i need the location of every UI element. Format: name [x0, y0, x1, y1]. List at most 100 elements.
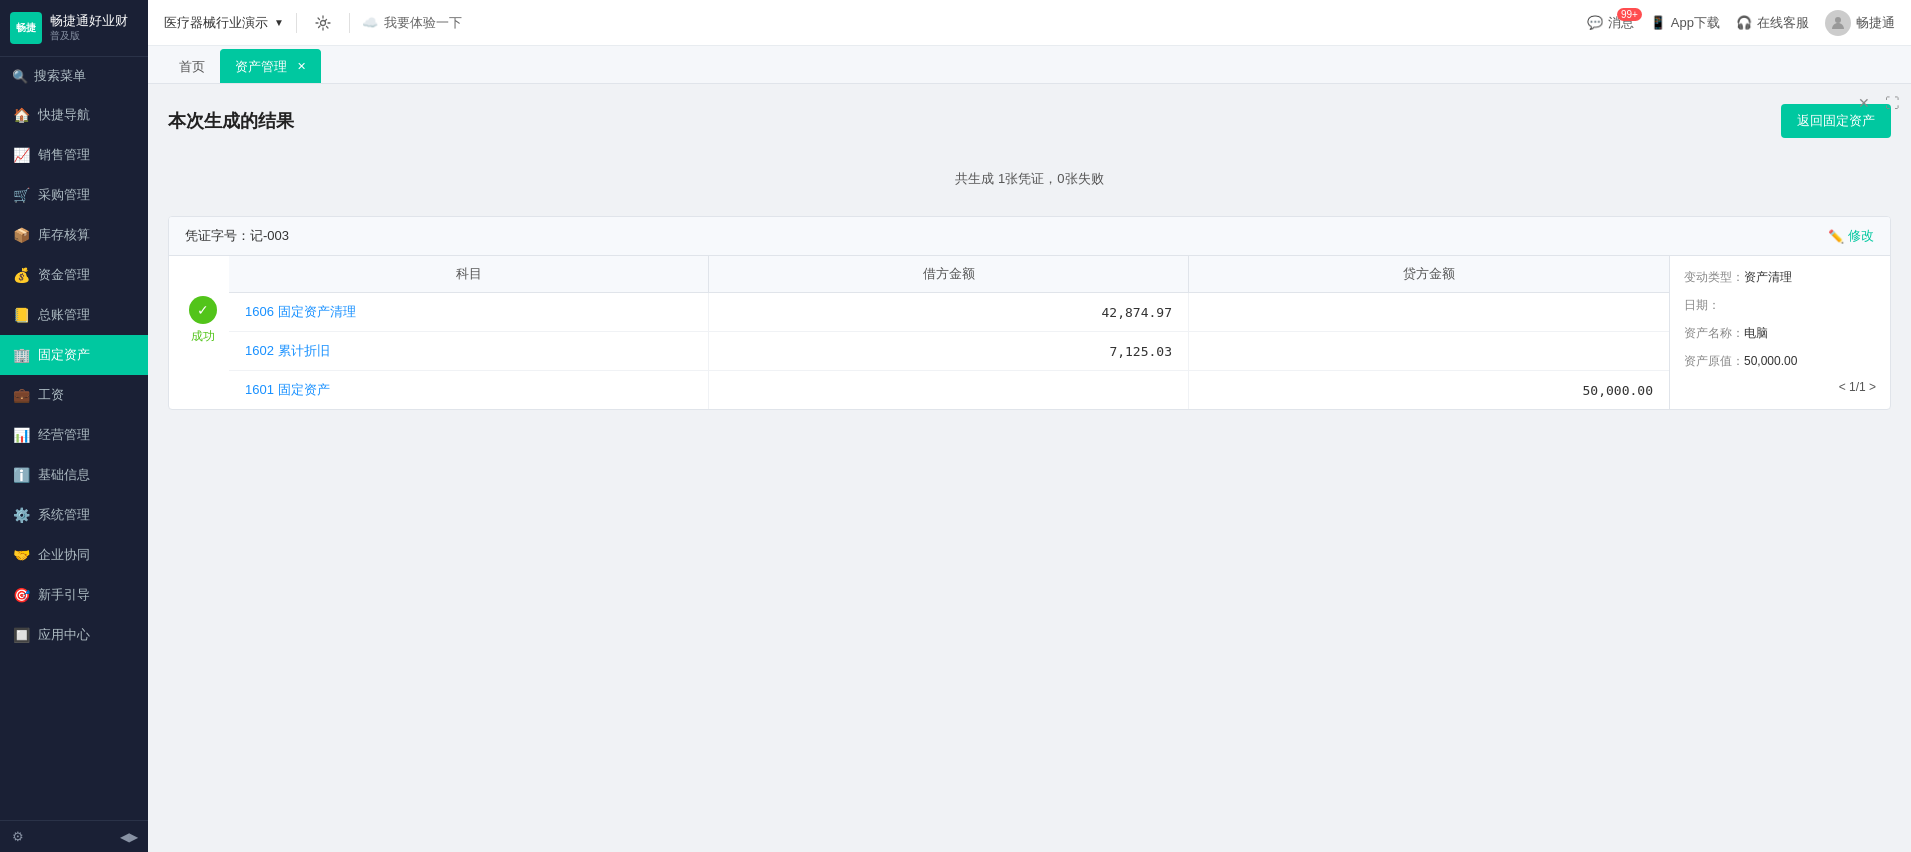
experience-button[interactable]: ☁️ 我要体验一下: [362, 14, 462, 32]
operations-icon: 📊: [12, 426, 30, 444]
customer-service-button[interactable]: 🎧 在线客服: [1736, 14, 1809, 32]
purchase-icon: 🛒: [12, 186, 30, 204]
subject-cell-3[interactable]: 1601 固定资产: [229, 371, 709, 409]
svg-point-1: [1835, 17, 1841, 23]
edit-voucher-button[interactable]: ✏️ 修改: [1828, 227, 1874, 245]
success-label: 成功: [191, 328, 215, 345]
chevron-down-icon: ▼: [274, 17, 284, 28]
sidebar-item-sales[interactable]: 📈 销售管理: [0, 135, 148, 175]
asset-name-label: 资产名称：: [1684, 324, 1744, 342]
user-profile[interactable]: 畅捷通: [1825, 10, 1895, 36]
voucher-content: ✓ 成功 科目 借方金额 贷方金额 1606 固定资产清理: [169, 256, 1890, 409]
sidebar-item-payroll[interactable]: 💼 工资: [0, 375, 148, 415]
sidebar-nav: 🏠 快捷导航 📈 销售管理 🛒 采购管理 📦 库存核算 💰 资金管理 📒 总账管…: [0, 95, 148, 820]
pagination[interactable]: < 1/1 >: [1684, 380, 1876, 394]
sales-icon: 📈: [12, 146, 30, 164]
settings-footer-icon[interactable]: ⚙: [12, 829, 24, 844]
tab-close-icon[interactable]: ✕: [297, 60, 306, 73]
sidebar-item-guide[interactable]: 🎯 新手引导: [0, 575, 148, 615]
sidebar-item-fixed-assets[interactable]: 🏢 固定资产: [0, 335, 148, 375]
table-row: 1601 固定资产 50,000.00: [229, 371, 1669, 409]
app-download-icon: 📱: [1650, 15, 1666, 30]
debit-cell-3: [709, 371, 1189, 409]
sidebar-item-ledger[interactable]: 📒 总账管理: [0, 295, 148, 335]
edit-icon: ✏️: [1828, 229, 1844, 244]
debit-cell-1: 42,874.97: [709, 293, 1189, 331]
notification-icon: 💬: [1587, 15, 1603, 30]
col-subject: 科目: [229, 256, 709, 292]
subject-cell-2[interactable]: 1602 累计折旧: [229, 332, 709, 370]
tabbar: 首页 资产管理 ✕: [148, 46, 1911, 84]
subject-cell-1[interactable]: 1606 固定资产清理: [229, 293, 709, 331]
avatar: [1825, 10, 1851, 36]
tab-assets-label: 资产管理: [235, 58, 287, 76]
expand-panel-button[interactable]: ⛶: [1881, 92, 1903, 114]
guide-icon: 🎯: [12, 586, 30, 604]
experience-icon: ☁️: [362, 15, 378, 30]
voucher-status-area: ✓ 成功: [169, 256, 229, 409]
payroll-icon: 💼: [12, 386, 30, 404]
ledger-icon: 📒: [12, 306, 30, 324]
tab-home[interactable]: 首页: [164, 49, 220, 83]
main-area: 医疗器械行业演示 ▼ ☁️ 我要体验一下 💬 消息 99+: [148, 0, 1911, 852]
sidebar-item-system[interactable]: ⚙️ 系统管理: [0, 495, 148, 535]
sidebar-item-enterprise[interactable]: 🤝 企业协同: [0, 535, 148, 575]
voucher-card: 凭证字号：记-003 ✏️ 修改 ✓ 成功 科目: [168, 216, 1891, 410]
asset-value-value: 50,000.00: [1744, 352, 1797, 370]
notification-button[interactable]: 💬 消息 99+: [1587, 14, 1634, 32]
asset-value-row: 资产原值： 50,000.00: [1684, 352, 1876, 370]
customer-service-icon: 🎧: [1736, 15, 1752, 30]
basic-info-icon: ℹ️: [12, 466, 30, 484]
app-logo: 畅捷: [10, 12, 42, 44]
change-type-label: 变动类型：: [1684, 268, 1744, 286]
finance-icon: 💰: [12, 266, 30, 284]
table-row: 1602 累计折旧 7,125.03: [229, 332, 1669, 371]
debit-cell-2: 7,125.03: [709, 332, 1189, 370]
credit-cell-3: 50,000.00: [1189, 371, 1669, 409]
page-header: 本次生成的结果 返回固定资产: [168, 104, 1891, 138]
success-icon: ✓: [189, 296, 217, 324]
sidebar-item-inventory[interactable]: 📦 库存核算: [0, 215, 148, 255]
system-icon: ⚙️: [12, 506, 30, 524]
tab-home-label: 首页: [179, 58, 205, 76]
close-panel-button[interactable]: ✕: [1853, 92, 1875, 114]
asset-name-row: 资产名称： 电脑: [1684, 324, 1876, 342]
company-selector[interactable]: 医疗器械行业演示 ▼: [164, 14, 284, 32]
col-credit: 贷方金额: [1189, 256, 1669, 292]
sidebar-scroll-control[interactable]: ◀▶: [122, 830, 136, 844]
sidebar-header: 畅捷 畅捷通好业财 普及版: [0, 0, 148, 57]
topbar: 医疗器械行业演示 ▼ ☁️ 我要体验一下 💬 消息 99+: [148, 0, 1911, 46]
change-type-row: 变动类型： 资产清理: [1684, 268, 1876, 286]
change-type-value: 资产清理: [1744, 268, 1792, 286]
topbar-left: 医疗器械行业演示 ▼ ☁️ 我要体验一下: [164, 9, 462, 37]
sidebar-item-finance[interactable]: 💰 资金管理: [0, 255, 148, 295]
panel-controls: ✕ ⛶: [1853, 92, 1903, 114]
voucher-table: 科目 借方金额 贷方金额 1606 固定资产清理 42,874.97: [229, 256, 1670, 409]
sidebar-item-basic-info[interactable]: ℹ️ 基础信息: [0, 455, 148, 495]
page-title: 本次生成的结果: [168, 109, 294, 133]
search-menu[interactable]: 🔍 搜索菜单: [0, 57, 148, 95]
sidebar-item-quick-nav[interactable]: 🏠 快捷导航: [0, 95, 148, 135]
result-summary: 共生成 1张凭证，0张失败: [168, 158, 1891, 200]
company-name: 医疗器械行业演示: [164, 14, 268, 32]
brand-name: 畅捷通好业财: [50, 13, 128, 30]
topbar-right: 💬 消息 99+ 📱 App下载 🎧 在线客服 畅捷通: [1587, 10, 1895, 36]
edition-label: 普及版: [50, 29, 128, 43]
sidebar-item-operations[interactable]: 📊 经营管理: [0, 415, 148, 455]
side-info-panel: 变动类型： 资产清理 日期： 资产名称： 电脑 资产原值： 50,000.00: [1670, 256, 1890, 409]
table-row: 1606 固定资产清理 42,874.97: [229, 293, 1669, 332]
credit-cell-1: [1189, 293, 1669, 331]
table-header: 科目 借方金额 贷方金额: [229, 256, 1669, 293]
asset-name-value: 电脑: [1744, 324, 1768, 342]
sidebar-item-app-center[interactable]: 🔲 应用中心: [0, 615, 148, 655]
settings-button[interactable]: [309, 9, 337, 37]
app-center-icon: 🔲: [12, 626, 30, 644]
tab-assets[interactable]: 资产管理 ✕: [220, 49, 321, 83]
asset-value-label: 资产原值：: [1684, 352, 1744, 370]
col-debit: 借方金额: [709, 256, 1189, 292]
sidebar-item-purchase[interactable]: 🛒 采购管理: [0, 175, 148, 215]
app-download-button[interactable]: 📱 App下载: [1650, 14, 1720, 32]
credit-cell-2: [1189, 332, 1669, 370]
enterprise-icon: 🤝: [12, 546, 30, 564]
voucher-header: 凭证字号：记-003 ✏️ 修改: [169, 217, 1890, 256]
